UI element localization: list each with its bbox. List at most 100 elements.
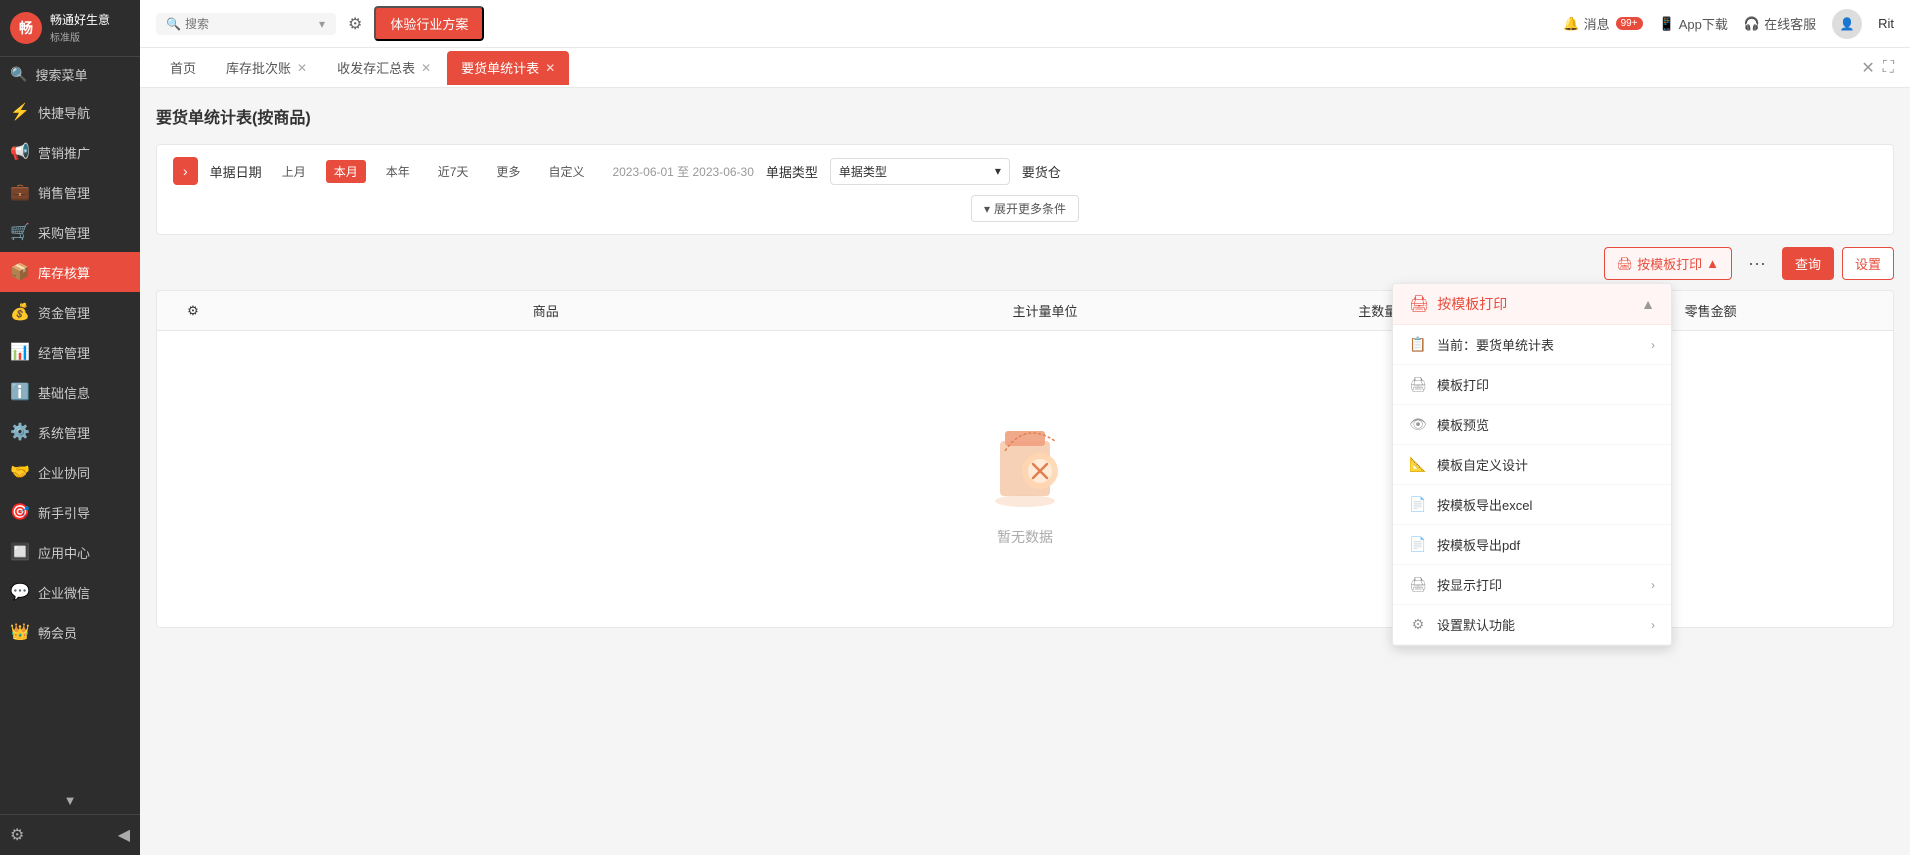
sidebar-item-purchase[interactable]: 🛒 采购管理 bbox=[0, 212, 140, 252]
type-select-value: 单据类型 bbox=[839, 163, 887, 180]
section-label: 设置默认功能 bbox=[1437, 615, 1515, 634]
tab-order-stats-close[interactable]: ✕ bbox=[545, 61, 555, 75]
item-left: 📄 按模板导出pdf bbox=[1409, 535, 1520, 554]
sidebar-item-finance[interactable]: 💰 资金管理 bbox=[0, 292, 140, 332]
item-label: 模板自定义设计 bbox=[1437, 455, 1528, 474]
avatar-placeholder: 👤 bbox=[1840, 17, 1855, 31]
settings-icon[interactable]: ⚙ bbox=[187, 303, 199, 318]
date-filter-label: 单据日期 bbox=[210, 162, 262, 181]
logo-text: 畅通好生意 标准版 bbox=[50, 12, 110, 44]
dropdown-set-default[interactable]: ⚙ 设置默认功能 › bbox=[1393, 605, 1671, 645]
close-window-icon[interactable]: ✕ bbox=[1861, 58, 1874, 78]
app-download-button[interactable]: 📱 App下载 bbox=[1659, 14, 1728, 33]
sidebar-item-collab[interactable]: 🤝 企业协同 bbox=[0, 452, 140, 492]
action-bar: 🖨 按模板打印 ▲ 🖨 按模板打印 ▲ 📋 bbox=[156, 247, 1894, 280]
item-left: 📐 模板自定义设计 bbox=[1409, 455, 1528, 474]
query-btn-label: 查询 bbox=[1795, 254, 1821, 273]
avatar[interactable]: 👤 bbox=[1832, 9, 1862, 39]
sidebar-item-operations[interactable]: 📊 经营管理 bbox=[0, 332, 140, 372]
date-btn-7days[interactable]: 近7天 bbox=[430, 160, 477, 183]
date-btn-custom[interactable]: 自定义 bbox=[540, 160, 592, 183]
sidebar-item-guide[interactable]: 🎯 新手引导 bbox=[0, 492, 140, 532]
filter-row-1: › 单据日期 上月 本月 本年 近7天 更多 自定义 2023-06-01 至 … bbox=[173, 157, 1877, 185]
message-badge: 99+ bbox=[1616, 17, 1643, 30]
date-btn-this-month[interactable]: 本月 bbox=[326, 160, 366, 183]
type-select[interactable]: 单据类型 ▾ bbox=[830, 158, 1010, 185]
sidebar-item-wechat[interactable]: 💬 企业微信 bbox=[0, 572, 140, 612]
table-col-checkbox: ⚙ bbox=[173, 303, 213, 319]
tab-receipt-summary[interactable]: 收发存汇总表 ✕ bbox=[323, 51, 445, 85]
message-button[interactable]: 🔔 消息 99+ bbox=[1563, 14, 1642, 33]
username: Rit bbox=[1878, 16, 1894, 31]
dropdown-display-print[interactable]: 🖨 按显示打印 › bbox=[1393, 565, 1671, 605]
date-range-display: 2023-06-01 至 2023-06-30 bbox=[612, 163, 753, 180]
date-btn-last-month[interactable]: 上月 bbox=[274, 160, 314, 183]
tab-order-stats[interactable]: 要货单统计表 ✕ bbox=[447, 51, 569, 85]
dropdown-item-export-pdf[interactable]: 📄 按模板导出pdf bbox=[1393, 525, 1671, 565]
query-button[interactable]: 查询 bbox=[1782, 247, 1834, 280]
sidebar-footer: ⚙ ◀ bbox=[0, 814, 140, 855]
item-left: 🖨 模板打印 bbox=[1409, 375, 1489, 394]
sidebar-item-shortcut[interactable]: ⚡ 快捷导航 bbox=[0, 92, 140, 132]
dropdown-item-template-print[interactable]: 🖨 模板打印 bbox=[1393, 365, 1671, 405]
tab-home[interactable]: 首页 bbox=[156, 51, 210, 85]
dropdown-title-area: 🖨 按模板打印 bbox=[1409, 294, 1507, 314]
marketing-icon: 📢 bbox=[10, 142, 30, 162]
operations-icon: 📊 bbox=[10, 342, 30, 362]
expand-filter-button[interactable]: ▾ 展开更多条件 bbox=[971, 195, 1079, 222]
maximize-window-icon[interactable]: ⛶ bbox=[1883, 59, 1894, 77]
sidebar-search[interactable]: 🔍 搜索菜单 bbox=[0, 57, 140, 92]
tab-batch-account-close[interactable]: ✕ bbox=[297, 61, 307, 75]
empty-illustration bbox=[975, 411, 1075, 511]
collapse-icon[interactable]: ◀ bbox=[118, 825, 130, 845]
basic-icon: ℹ️ bbox=[10, 382, 30, 402]
tab-batch-account-label: 库存批次账 bbox=[226, 58, 291, 77]
dropdown-item-export-excel[interactable]: 📄 按模板导出excel bbox=[1393, 485, 1671, 525]
search-input[interactable] bbox=[185, 17, 315, 31]
filter-toggle-button[interactable]: › bbox=[173, 157, 198, 185]
wechat-icon: 💬 bbox=[10, 582, 30, 602]
top-header: 🔍 ▾ ⚙ 体验行业方案 🔔 消息 99+ 📱 App下载 🎧 在线客服 👤 bbox=[140, 0, 1910, 48]
dropdown-current-template[interactable]: 📋 当前：要货单统计表 › bbox=[1393, 325, 1671, 365]
tab-receipt-summary-close[interactable]: ✕ bbox=[421, 61, 431, 75]
dropdown-item-template-preview[interactable]: 👁 模板预览 bbox=[1393, 405, 1671, 445]
date-btn-this-year[interactable]: 本年 bbox=[378, 160, 418, 183]
sidebar-item-label: 系统管理 bbox=[38, 423, 90, 442]
sidebar-item-label: 经营管理 bbox=[38, 343, 90, 362]
chevron-right-icon: › bbox=[1651, 338, 1655, 352]
sidebar-item-system[interactable]: ⚙️ 系统管理 bbox=[0, 412, 140, 452]
settings-button[interactable]: 设置 bbox=[1842, 247, 1894, 280]
dropdown-close-icon[interactable]: ▲ bbox=[1641, 296, 1655, 312]
chevron-right-icon: › bbox=[1651, 578, 1655, 592]
sidebar-item-marketing[interactable]: 📢 营销推广 bbox=[0, 132, 140, 172]
sidebar-item-label: 企业协同 bbox=[38, 463, 90, 482]
tab-home-label: 首页 bbox=[170, 58, 196, 77]
tab-order-stats-label: 要货单统计表 bbox=[461, 58, 539, 77]
gear-icon[interactable]: ⚙ bbox=[348, 14, 362, 34]
more-options-button[interactable]: ··· bbox=[1740, 249, 1774, 278]
search-icon: 🔍 bbox=[10, 66, 27, 83]
printer-icon: 🖨 bbox=[1409, 294, 1429, 314]
sidebar-scroll-down[interactable]: ▼ bbox=[0, 787, 140, 814]
trial-button[interactable]: 体验行业方案 bbox=[374, 6, 484, 41]
print-template-button[interactable]: 🖨 按模板打印 ▲ bbox=[1604, 247, 1732, 280]
tab-receipt-summary-label: 收发存汇总表 bbox=[337, 58, 415, 77]
sidebar-item-sales[interactable]: 💼 销售管理 bbox=[0, 172, 140, 212]
expand-btn-label: 展开更多条件 bbox=[994, 200, 1066, 217]
section-left: 🖨 按显示打印 bbox=[1409, 575, 1502, 594]
filter-bar: › 单据日期 上月 本月 本年 近7天 更多 自定义 2023-06-01 至 … bbox=[156, 144, 1894, 235]
chevron-up-icon: ▲ bbox=[1706, 256, 1719, 271]
date-btn-more[interactable]: 更多 bbox=[488, 160, 528, 183]
dropdown-item-template-design[interactable]: 📐 模板自定义设计 bbox=[1393, 445, 1671, 485]
sidebar-item-apps[interactable]: 🔲 应用中心 bbox=[0, 532, 140, 572]
online-service-button[interactable]: 🎧 在线客服 bbox=[1744, 14, 1816, 33]
tab-batch-account[interactable]: 库存批次账 ✕ bbox=[212, 51, 321, 85]
sidebar-item-inventory[interactable]: 📦 库存核算 bbox=[0, 252, 140, 292]
empty-text: 暂无数据 bbox=[997, 527, 1053, 547]
settings-icon[interactable]: ⚙ bbox=[10, 825, 24, 845]
chevron-down-icon[interactable]: ▾ bbox=[319, 17, 325, 31]
logo-icon: 畅 bbox=[10, 12, 42, 44]
sidebar-item-basic[interactable]: ℹ️ 基础信息 bbox=[0, 372, 140, 412]
sidebar-item-member[interactable]: 👑 畅会员 bbox=[0, 612, 140, 652]
header-search[interactable]: 🔍 ▾ bbox=[156, 13, 336, 35]
